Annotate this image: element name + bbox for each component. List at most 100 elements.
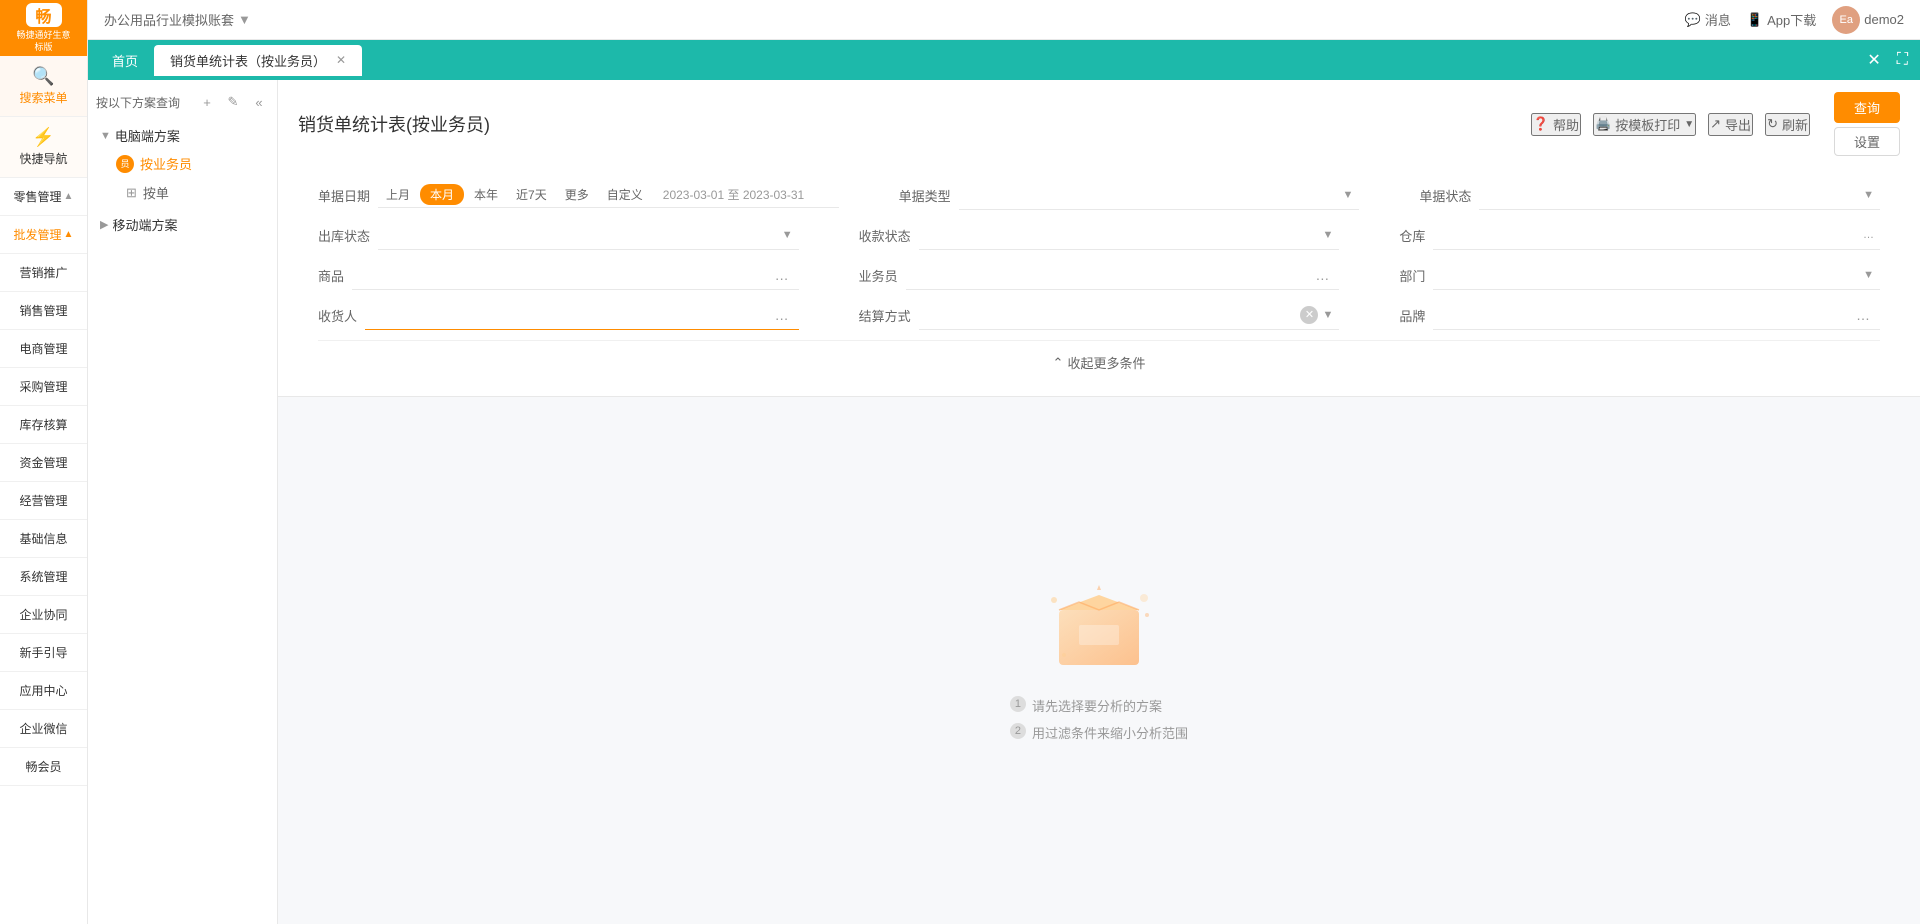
- collapse-panel-btn[interactable]: «: [249, 92, 269, 112]
- sidebar-item-quick-nav[interactable]: ⚡ 快捷导航: [0, 117, 87, 178]
- settlement-label: 结算方式: [859, 306, 911, 325]
- goods-select[interactable]: …: [352, 260, 799, 290]
- app-download-btn[interactable]: 📱 App下载: [1747, 10, 1816, 29]
- tab-close-all-btn[interactable]: ✕: [1863, 46, 1884, 74]
- sidebar-item-wechat[interactable]: 企业微信: [0, 710, 87, 748]
- filter-area: 单据日期 上月 本月 本年 近7天 更多 自定义 2023-03-01 至 20…: [298, 168, 1900, 396]
- settings-btn[interactable]: 设置: [1834, 127, 1900, 156]
- collapse-label: 收起更多条件: [1067, 353, 1145, 372]
- page-title-row: 销货单统计表(按业务员) ❓ 帮助 🖨️ 按模板打印 ▼ ↗: [298, 92, 1900, 156]
- sidebar-item-retail[interactable]: 零售管理 ▲: [0, 178, 87, 216]
- empty-state: 1 请先选择要分析的方案 2 用过滤条件来缩小分析范围: [1010, 580, 1188, 742]
- sidebar-item-wholesale[interactable]: 批发管理 ▲: [0, 216, 87, 254]
- help-icon: ❓: [1533, 116, 1549, 132]
- left-panel: 按以下方案查询 + ✎ « ▼ 电脑端方案 员 按业务员 ⊞: [88, 80, 278, 924]
- tab-sales-stats[interactable]: 销货单统计表（按业务员） ✕: [154, 45, 362, 76]
- sidebar-item-apps[interactable]: 应用中心: [0, 672, 87, 710]
- sidebar-item-newbie[interactable]: 新手引导: [0, 634, 87, 672]
- topbar-left: 办公用品行业模拟账套 ▼: [104, 10, 251, 29]
- settlement-clear-btn[interactable]: ✕: [1300, 306, 1318, 324]
- consignee-dots-icon: …: [771, 307, 793, 323]
- sidebar-item-member[interactable]: 畅会员: [0, 748, 87, 786]
- scheme-item-by-salesperson[interactable]: 员 按业务员: [96, 149, 269, 178]
- app-logo-text: 畅捷通好生意 标版: [16, 30, 70, 53]
- empty-tips: 1 请先选择要分析的方案 2 用过滤条件来缩小分析范围: [1010, 696, 1188, 742]
- edit-scheme-btn[interactable]: ✎: [223, 92, 243, 112]
- sidebar-item-system[interactable]: 系统管理: [0, 558, 87, 596]
- quick-nav-icon: ⚡: [4, 127, 83, 148]
- sidebar-item-corp[interactable]: 企业协同: [0, 596, 87, 634]
- print-dropdown-icon: ▼: [1684, 119, 1694, 130]
- tab-close-icon[interactable]: ✕: [336, 53, 346, 67]
- tip-1-num: 1: [1010, 696, 1026, 712]
- export-btn[interactable]: ↗ 导出: [1708, 113, 1753, 136]
- date-tab-more[interactable]: 更多: [557, 184, 597, 205]
- tabbar-actions: ✕ ⛶: [1863, 46, 1912, 74]
- warehouse-select[interactable]: …: [1433, 220, 1880, 250]
- date-tab-this-year[interactable]: 本年: [466, 184, 506, 205]
- sidebar-item-ecommerce[interactable]: 电商管理: [0, 330, 87, 368]
- mobile-scheme-group[interactable]: ▶ 移动端方案: [96, 211, 269, 238]
- brand-select[interactable]: …: [1433, 300, 1880, 330]
- sidebar-item-quick-nav-label: 快捷导航: [4, 150, 83, 167]
- sidebar-item-apps-label: 应用中心: [4, 682, 83, 699]
- message-icon: 💬: [1685, 12, 1701, 28]
- scheme-item-by-order-label: 按单: [143, 183, 169, 202]
- main-body: 1 请先选择要分析的方案 2 用过滤条件来缩小分析范围: [278, 397, 1920, 924]
- date-tab-last7[interactable]: 近7天: [508, 184, 555, 205]
- sidebar-item-member-label: 畅会员: [4, 758, 83, 775]
- date-tab-custom[interactable]: 自定义: [599, 184, 651, 205]
- settlement-caret-icon: ▼: [1322, 309, 1333, 321]
- user-avatar: Ea: [1832, 6, 1860, 34]
- doc-type-label: 单据类型: [899, 186, 951, 205]
- sidebar-item-marketing[interactable]: 营销推广: [0, 254, 87, 292]
- collection-status-select[interactable]: ▼: [919, 220, 1340, 250]
- sidebar-item-inventory-label: 库存核算: [4, 416, 83, 433]
- settlement-select[interactable]: ✕ ▼: [919, 300, 1340, 330]
- desktop-scheme-header[interactable]: ▼ 电脑端方案: [96, 122, 269, 149]
- refresh-btn[interactable]: ↻ 刷新: [1765, 113, 1810, 136]
- sidebar-item-basic[interactable]: 基础信息: [0, 520, 87, 558]
- sidebar-item-search[interactable]: 🔍 搜索菜单: [0, 56, 87, 117]
- date-tab-this-month[interactable]: 本月: [420, 184, 464, 205]
- query-btn[interactable]: 查询: [1834, 92, 1900, 123]
- sidebar-item-marketing-label: 营销推广: [4, 264, 83, 281]
- date-label: 单据日期: [318, 186, 378, 205]
- sidebar-item-wechat-label: 企业微信: [4, 720, 83, 737]
- collapse-btn[interactable]: ⌃ 收起更多条件: [1037, 349, 1162, 376]
- page-header: 销货单统计表(按业务员) ❓ 帮助 🖨️ 按模板打印 ▼ ↗: [278, 80, 1920, 397]
- sidebar-item-search-label: 搜索菜单: [4, 89, 83, 106]
- salesperson-select[interactable]: …: [906, 260, 1340, 290]
- dept-select[interactable]: ▼: [1433, 260, 1880, 290]
- desktop-scheme-arrow-icon: ▼: [100, 130, 111, 142]
- out-status-select[interactable]: ▼: [378, 220, 799, 250]
- topbar: 办公用品行业模拟账套 ▼ 💬 消息 📱 App下载 Ea demo2: [88, 0, 1920, 40]
- company-selector[interactable]: 办公用品行业模拟账套 ▼: [104, 10, 251, 29]
- date-tab-last-month[interactable]: 上月: [378, 184, 418, 205]
- page-title: 销货单统计表(按业务员): [298, 111, 490, 137]
- user-menu[interactable]: Ea demo2: [1832, 6, 1904, 34]
- doc-type-select[interactable]: ▼: [959, 180, 1360, 210]
- sidebar-item-inventory[interactable]: 库存核算: [0, 406, 87, 444]
- date-range-value: 2023-03-01 至 2023-03-31: [663, 186, 804, 203]
- sidebar-item-purchase[interactable]: 采购管理: [0, 368, 87, 406]
- goods-label: 商品: [318, 266, 344, 285]
- consignee-input[interactable]: …: [365, 300, 799, 330]
- app-download-icon: 📱: [1747, 12, 1763, 28]
- scheme-item-by-order[interactable]: ⊞ 按单: [96, 178, 269, 207]
- tab-home[interactable]: 首页: [96, 45, 154, 76]
- sidebar-item-sales[interactable]: 销售管理: [0, 292, 87, 330]
- doc-status-select[interactable]: ▼: [1479, 180, 1880, 210]
- add-scheme-btn[interactable]: +: [197, 92, 217, 112]
- sidebar-item-ops[interactable]: 经营管理: [0, 482, 87, 520]
- message-btn[interactable]: 💬 消息: [1685, 10, 1731, 29]
- scheme-item-by-salesperson-label: 按业务员: [140, 154, 192, 173]
- help-btn[interactable]: ❓ 帮助: [1531, 113, 1581, 136]
- sidebar-item-finance[interactable]: 资金管理: [0, 444, 87, 482]
- template-print-btn[interactable]: 🖨️ 按模板打印 ▼: [1593, 113, 1696, 136]
- tab-maximize-btn[interactable]: ⛶: [1893, 46, 1912, 74]
- sidebar-item-purchase-label: 采购管理: [4, 378, 83, 395]
- filter-row-2: 出库状态 ▼ 收款状态 ▼: [318, 220, 1880, 250]
- brand-dots-icon: …: [1852, 307, 1874, 323]
- scheme-item-salesperson-icon: 员: [116, 155, 134, 173]
